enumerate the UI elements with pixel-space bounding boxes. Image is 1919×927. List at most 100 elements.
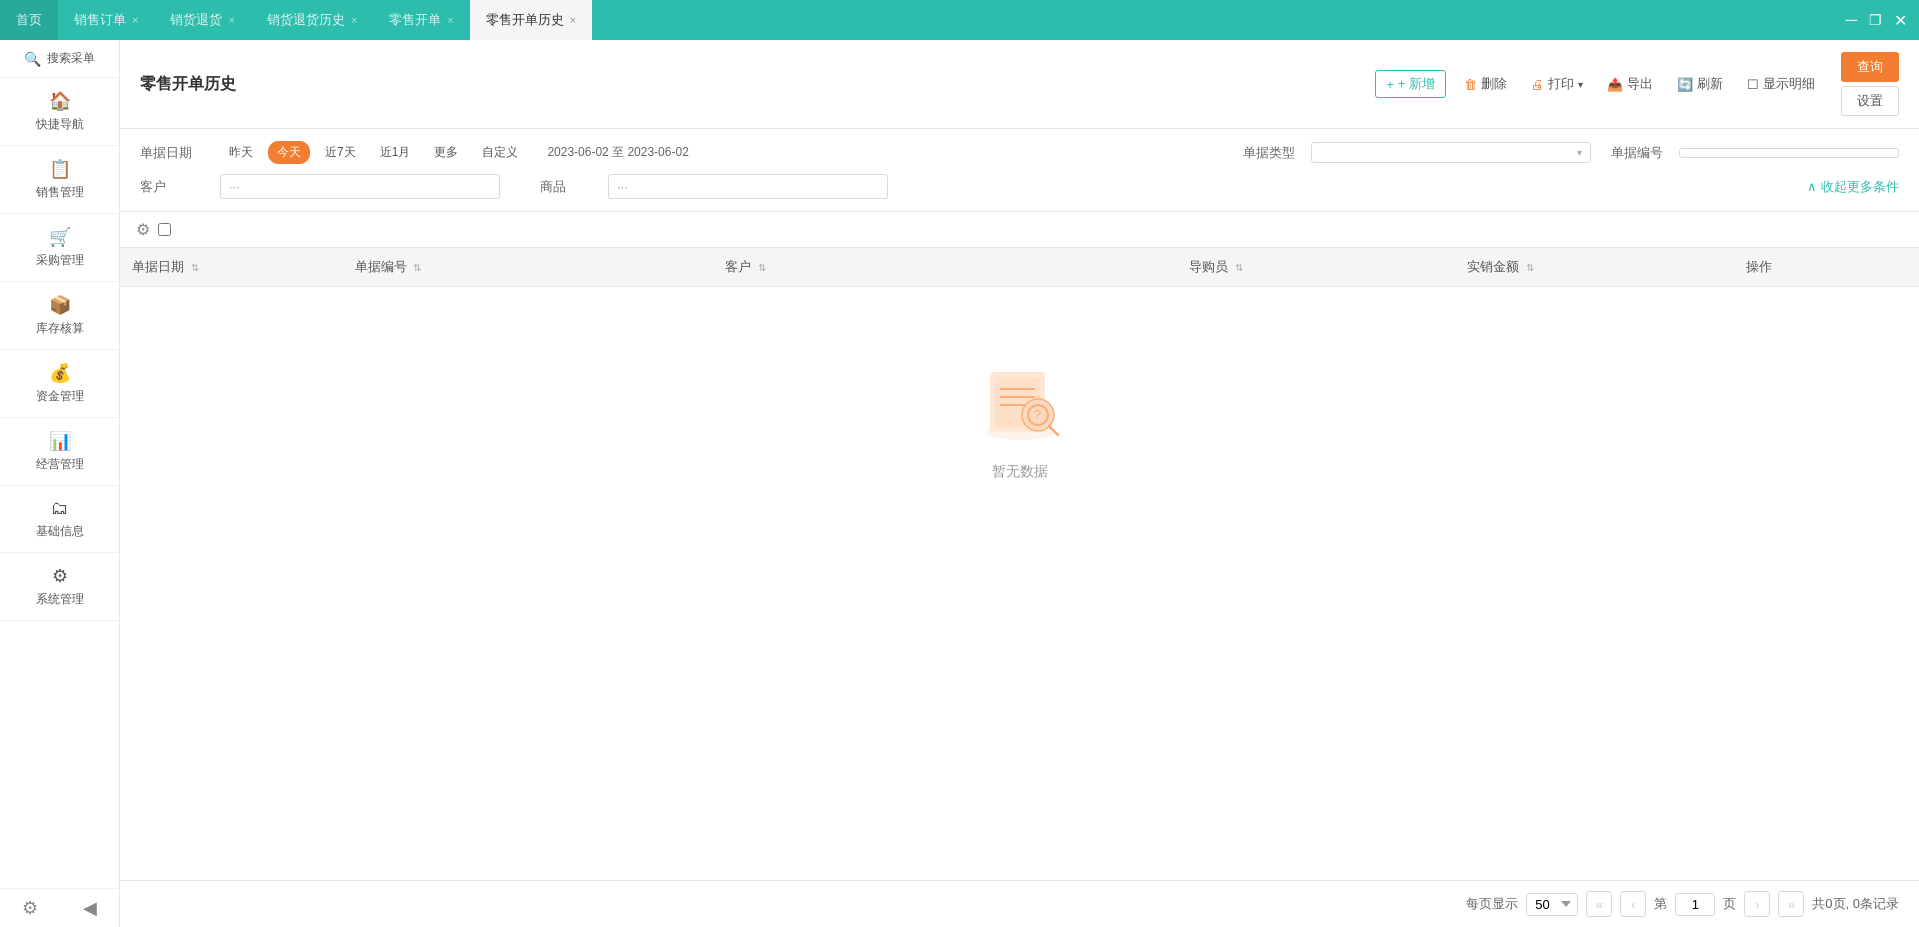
pagination-total: 共0页, 0条记录 — [1812, 895, 1899, 913]
sidebar-item-system[interactable]: ⚙ 系统管理 — [0, 553, 119, 621]
main-layout: 🔍 搜索采单 🏠 快捷导航 📋 销售管理 🛒 采购管理 📦 库存核算 💰 资金管… — [0, 40, 1919, 927]
empty-text: 暂无数据 — [992, 463, 1048, 481]
filter-row-date: 单据日期 昨天 今天 近7天 近1月 更多 自定义 2023-06-02 至 2… — [140, 141, 1899, 164]
col-date-sort[interactable]: ⇅ — [191, 262, 199, 273]
date-btn-yesterday[interactable]: 昨天 — [220, 141, 262, 164]
minimize-icon[interactable]: ─ — [1846, 11, 1857, 29]
delete-button[interactable]: 🗑 删除 — [1458, 71, 1513, 97]
date-btn-today[interactable]: 今天 — [268, 141, 310, 164]
table-container: ⚙ 单据日期 ⇅ 单据编号 ⇅ — [120, 212, 1919, 927]
prev-page-icon: ‹ — [1631, 897, 1635, 912]
sidebar-item-purchase[interactable]: 🛒 采购管理 — [0, 214, 119, 282]
content-area: 零售开单历史 + + 新增 🗑 删除 🖨 打印 ▾ 📤 导出 — [120, 40, 1919, 927]
sidebar-search-label: 搜索采单 — [47, 50, 95, 67]
date-btn-1month[interactable]: 近1月 — [371, 141, 420, 164]
purchase-icon: 🛒 — [49, 226, 71, 248]
sidebar: 🔍 搜索采单 🏠 快捷导航 📋 销售管理 🛒 采购管理 📦 库存核算 💰 资金管… — [0, 40, 120, 927]
export-button[interactable]: 📤 导出 — [1601, 71, 1659, 97]
col-action-label: 操作 — [1746, 259, 1772, 274]
table-settings-icon[interactable]: ⚙ — [136, 220, 150, 239]
export-icon: 📤 — [1607, 77, 1623, 92]
col-customer[interactable]: 客户 ⇅ — [713, 248, 1177, 287]
add-button[interactable]: + + 新增 — [1375, 70, 1446, 98]
tab-sales-order[interactable]: 销售订单 × — [58, 0, 154, 40]
print-icon: 🖨 — [1531, 77, 1544, 92]
select-all-checkbox[interactable] — [158, 223, 171, 236]
next-page-button[interactable]: › — [1744, 891, 1770, 917]
sidebar-item-inventory[interactable]: 📦 库存核算 — [0, 282, 119, 350]
col-customer-sort[interactable]: ⇅ — [758, 262, 766, 273]
settings-button[interactable]: 设置 — [1841, 86, 1899, 116]
tab-retail-order[interactable]: 零售开单 × — [373, 0, 469, 40]
refresh-button[interactable]: 🔄 刷新 — [1671, 71, 1729, 97]
col-number-sort[interactable]: ⇅ — [413, 262, 421, 273]
collapse-more-conditions[interactable]: ∧ 收起更多条件 — [1807, 178, 1899, 196]
tab-retail-order-history[interactable]: 零售开单历史 × — [470, 0, 592, 40]
last-page-button[interactable]: » — [1778, 891, 1804, 917]
page-number-input[interactable] — [1675, 893, 1715, 916]
filter-panel: 单据日期 昨天 今天 近7天 近1月 更多 自定义 2023-06-02 至 2… — [120, 129, 1919, 212]
col-guide[interactable]: 导购员 ⇅ — [1177, 248, 1455, 287]
tab-home[interactable]: 首页 — [0, 0, 58, 40]
empty-state: ? 暂无数据 — [120, 287, 1919, 541]
window-controls: ─ ❐ ✕ — [1846, 11, 1919, 30]
filter-number-group: 单据编号 — [1611, 144, 1899, 162]
col-amount[interactable]: 实销金额 ⇅ — [1455, 248, 1733, 287]
date-btn-custom[interactable]: 自定义 — [473, 141, 527, 164]
type-filter-select[interactable]: ▾ — [1311, 142, 1591, 163]
display-detail-label: 显示明细 — [1763, 75, 1815, 93]
sidebar-item-sales[interactable]: 📋 销售管理 — [0, 146, 119, 214]
filter-date-buttons: 昨天 今天 近7天 近1月 更多 自定义 — [220, 141, 527, 164]
sidebar-item-basic-info[interactable]: 🗂 基础信息 — [0, 486, 119, 553]
page-size-select[interactable]: 50 10 20 100 — [1526, 893, 1578, 916]
system-icon: ⚙ — [52, 565, 68, 587]
sidebar-search[interactable]: 🔍 搜索采单 — [0, 40, 119, 78]
type-select-arrow: ▾ — [1577, 147, 1582, 158]
col-date[interactable]: 单据日期 ⇅ — [120, 248, 343, 287]
col-amount-sort[interactable]: ⇅ — [1526, 262, 1534, 273]
customer-filter-label: 客户 — [140, 178, 200, 196]
sidebar-item-nav[interactable]: 🏠 快捷导航 — [0, 78, 119, 146]
date-btn-7days[interactable]: 近7天 — [316, 141, 365, 164]
col-guide-sort[interactable]: ⇅ — [1235, 262, 1243, 273]
query-button[interactable]: 查询 — [1841, 52, 1899, 82]
table-wrapper: 单据日期 ⇅ 单据编号 ⇅ 客户 ⇅ — [120, 248, 1919, 880]
sidebar-item-business[interactable]: 📊 经营管理 — [0, 418, 119, 486]
display-detail-button[interactable]: ☐ 显示明细 — [1741, 71, 1821, 97]
sidebar-nav-label: 快捷导航 — [36, 116, 84, 133]
next-page-icon: › — [1755, 897, 1759, 912]
tab-close-icon[interactable]: × — [132, 14, 138, 26]
tab-close-icon[interactable]: × — [447, 14, 453, 26]
col-date-label: 单据日期 — [132, 259, 184, 274]
home-icon: 🏠 — [49, 90, 71, 112]
settings-bottom-icon[interactable]: ⚙ — [22, 897, 38, 919]
col-action: 操作 — [1734, 248, 1920, 287]
number-filter-label: 单据编号 — [1611, 144, 1671, 162]
number-filter-input[interactable] — [1679, 148, 1899, 158]
search-icon: 🔍 — [24, 51, 41, 67]
prev-page-button[interactable]: ‹ — [1620, 891, 1646, 917]
goods-filter-select[interactable]: ··· — [608, 174, 888, 199]
print-button[interactable]: 🖨 打印 ▾ — [1525, 71, 1589, 97]
tab-sales-return-history[interactable]: 销货退货历史 × — [251, 0, 373, 40]
tab-close-icon[interactable]: × — [228, 14, 234, 26]
customer-filter-select[interactable]: ··· — [220, 174, 500, 199]
date-btn-more[interactable]: 更多 — [425, 141, 467, 164]
col-number[interactable]: 单据编号 ⇅ — [343, 248, 714, 287]
sidebar-item-finance[interactable]: 💰 资金管理 — [0, 350, 119, 418]
print-arrow-icon: ▾ — [1578, 79, 1583, 90]
sidebar-basic-label: 基础信息 — [36, 523, 84, 540]
svg-text:?: ? — [1034, 407, 1041, 422]
tab-close-icon[interactable]: × — [351, 14, 357, 26]
close-icon[interactable]: ✕ — [1894, 11, 1907, 30]
first-page-button[interactable]: « — [1586, 891, 1612, 917]
collapse-sidebar-icon[interactable]: ◀ — [83, 897, 97, 919]
table-header-row: 单据日期 ⇅ 单据编号 ⇅ 客户 ⇅ — [120, 248, 1919, 287]
tab-close-icon[interactable]: × — [570, 14, 576, 26]
restore-icon[interactable]: ❐ — [1869, 12, 1882, 28]
sales-icon: 📋 — [49, 158, 71, 180]
col-customer-label: 客户 — [725, 259, 751, 274]
sidebar-sales-label: 销售管理 — [36, 184, 84, 201]
last-page-icon: » — [1788, 897, 1795, 912]
tab-sales-return[interactable]: 销货退货 × — [154, 0, 250, 40]
